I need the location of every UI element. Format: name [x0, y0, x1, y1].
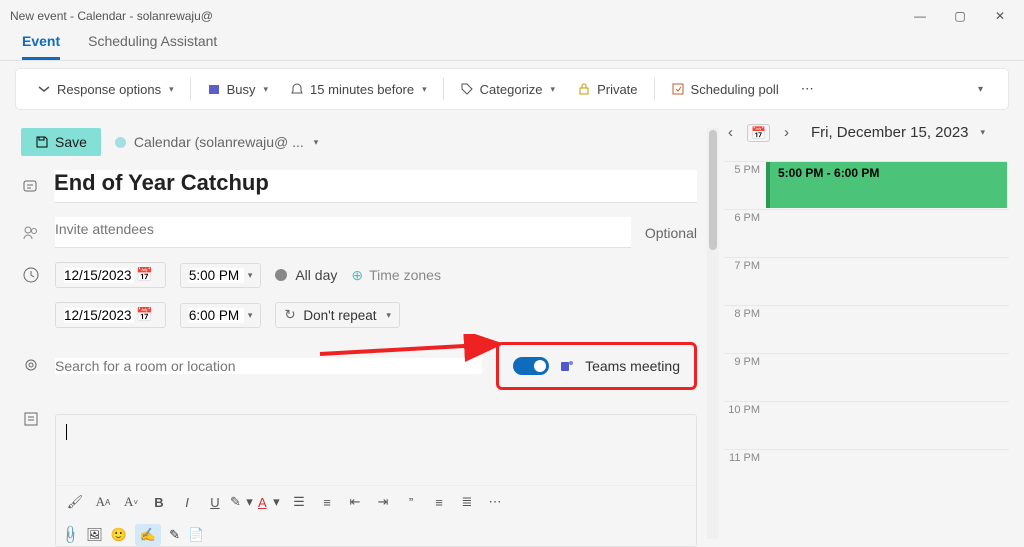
- font-size-down-button[interactable]: A˅: [118, 490, 144, 514]
- hour-label: 5 PM: [724, 162, 766, 209]
- description-editor[interactable]: 🖌 AA A˅ B I U ✎▾ A▾ ☰ ≡ ⇤ ⇥ ” ≡ ≣ ⋯ 📎 🖼: [55, 414, 697, 547]
- optional-button[interactable]: Optional: [645, 225, 697, 241]
- next-day-button[interactable]: ›: [780, 122, 793, 143]
- bell-icon: [290, 82, 304, 96]
- font-size-up-button[interactable]: AA: [90, 490, 116, 514]
- teams-meeting-highlight: Teams meeting: [496, 342, 697, 390]
- hour-label: 9 PM: [724, 354, 766, 401]
- start-date-field[interactable]: 📅: [55, 262, 166, 288]
- maximize-button[interactable]: ▢: [946, 9, 974, 23]
- signature-button[interactable]: ✎: [169, 527, 180, 543]
- tab-bar: Event Scheduling Assistant: [0, 31, 1024, 61]
- teams-meeting-label: Teams meeting: [585, 358, 680, 374]
- save-icon: [35, 135, 49, 149]
- minimize-button[interactable]: —: [906, 9, 934, 23]
- indent-button[interactable]: ⇥: [370, 490, 396, 514]
- categorize-button[interactable]: Categorize▾: [454, 78, 561, 101]
- align-button[interactable]: ≣: [454, 490, 480, 514]
- date-header[interactable]: Fri, December 15, 2023: [811, 124, 969, 141]
- busy-icon: [207, 82, 221, 96]
- people-icon: [21, 224, 41, 242]
- quote-button[interactable]: ”: [398, 490, 424, 514]
- bullet-list-button[interactable]: ☰: [286, 490, 312, 514]
- hour-grid: 5 PM5:00 PM - 6:00 PM 6 PM 7 PM 8 PM 9 P…: [724, 161, 1009, 497]
- private-button[interactable]: Private: [571, 78, 643, 101]
- description-body[interactable]: [56, 415, 696, 485]
- start-time-field[interactable]: ▾: [180, 263, 262, 288]
- teams-meeting-toggle[interactable]: [513, 357, 549, 375]
- hour-label: 8 PM: [724, 306, 766, 353]
- save-button[interactable]: Save: [21, 128, 101, 156]
- end-date-field[interactable]: 📅: [55, 302, 166, 328]
- poll-icon: [671, 82, 685, 96]
- description-icon: [21, 410, 41, 428]
- teams-icon: [559, 358, 575, 374]
- draw-button[interactable]: ✍: [135, 524, 161, 546]
- scheduling-poll-button[interactable]: Scheduling poll: [665, 78, 785, 101]
- template-button[interactable]: 📄: [188, 527, 204, 543]
- insert-toolbar: 📎 🖼 🙂 ✍ ✎ 📄: [56, 518, 696, 546]
- today-button[interactable]: 📅: [747, 124, 770, 142]
- timezones-button[interactable]: ⊕Time zones: [351, 267, 441, 284]
- prev-day-button[interactable]: ‹: [724, 122, 737, 143]
- busy-button[interactable]: Busy▾: [201, 78, 274, 101]
- location-icon: [21, 357, 41, 375]
- reminder-button[interactable]: 15 minutes before▾: [284, 78, 433, 101]
- tab-event[interactable]: Event: [22, 33, 60, 60]
- attach-button[interactable]: 📎: [59, 524, 82, 547]
- window-controls: — ▢ ✕: [906, 9, 1014, 23]
- tag-icon: [460, 82, 474, 96]
- calendar-color-dot: [115, 137, 126, 148]
- hour-label: 7 PM: [724, 258, 766, 305]
- font-color-button[interactable]: A▾: [258, 490, 284, 514]
- bold-button[interactable]: B: [146, 490, 172, 514]
- format-toolbar: 🖌 AA A˅ B I U ✎▾ A▾ ☰ ≡ ⇤ ⇥ ” ≡ ≣ ⋯: [56, 485, 696, 518]
- attendees-input[interactable]: [55, 217, 631, 248]
- toolbar: Response options▾ Busy▾ 15 minutes befor…: [15, 68, 1009, 110]
- event-title-input[interactable]: [54, 170, 697, 203]
- outdent-button[interactable]: ⇤: [342, 490, 368, 514]
- more-format-button[interactable]: ⋯: [482, 490, 508, 514]
- window-title: New event - Calendar - solanrewaju@: [10, 9, 906, 23]
- all-day-toggle[interactable]: All day: [275, 267, 337, 283]
- date-navigator: ‹ 📅 › Fri, December 15, 2023 ▾: [724, 122, 1009, 143]
- emoji-button[interactable]: 🙂: [111, 527, 127, 543]
- calendar-selector[interactable]: Calendar (solanrewaju@ ... ▾: [115, 134, 318, 150]
- event-block[interactable]: 5:00 PM - 6:00 PM: [766, 162, 1007, 208]
- response-icon: [37, 82, 51, 96]
- highlight-button[interactable]: ✎▾: [230, 490, 256, 514]
- hour-label: 6 PM: [724, 210, 766, 257]
- number-list-button[interactable]: ≡: [314, 490, 340, 514]
- location-input[interactable]: [55, 358, 482, 374]
- underline-button[interactable]: U: [202, 490, 228, 514]
- lock-icon: [577, 82, 591, 96]
- hour-label: 10 PM: [724, 402, 766, 449]
- close-button[interactable]: ✕: [986, 9, 1014, 23]
- end-time-field[interactable]: ▾: [180, 303, 262, 328]
- response-options-button[interactable]: Response options▾: [31, 78, 180, 101]
- title-icon: [21, 178, 40, 196]
- expand-ribbon-button[interactable]: ▾: [968, 84, 993, 95]
- scrollbar[interactable]: [707, 128, 719, 539]
- hour-label: 11 PM: [724, 450, 766, 497]
- more-options-button[interactable]: ⋯: [795, 77, 820, 101]
- align-left-button[interactable]: ≡: [426, 490, 452, 514]
- tab-scheduling-assistant[interactable]: Scheduling Assistant: [88, 33, 217, 60]
- format-painter-button[interactable]: 🖌: [62, 490, 88, 514]
- titlebar: New event - Calendar - solanrewaju@ — ▢ …: [0, 0, 1024, 31]
- clock-icon: [21, 266, 41, 284]
- repeat-field[interactable]: ↻ Don't repeat ▾: [275, 302, 400, 328]
- image-button[interactable]: 🖼: [86, 527, 103, 543]
- italic-button[interactable]: I: [174, 490, 200, 514]
